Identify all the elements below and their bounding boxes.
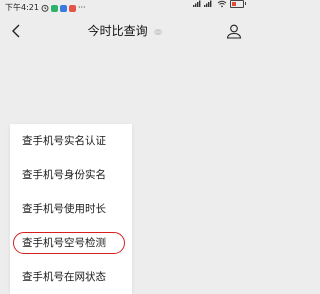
app-icon-red	[68, 4, 76, 12]
status-left: 下午4:21 ···	[5, 0, 86, 16]
nav-bar: 今时比查询	[0, 16, 250, 46]
status-right	[192, 0, 246, 8]
menu-item-label: 查手机号实名认证	[22, 135, 106, 147]
page-title: 今时比查询	[87, 24, 148, 38]
menu-item-real-name-auth[interactable]: 查手机号实名认证	[10, 124, 132, 158]
wifi-icon	[217, 0, 227, 8]
menu-item-empty-number-check[interactable]: 查手机号空号检测	[10, 226, 132, 260]
app-icon-blue	[59, 4, 67, 12]
menu-item-label: 查手机号空号检测	[22, 237, 106, 249]
status-time: 下午4:21	[5, 3, 39, 12]
menu-item-usage-duration[interactable]: 查手机号使用时长	[10, 192, 132, 226]
menu-item-identity-real-name[interactable]: 查手机号身份实名	[10, 158, 132, 192]
query-menu: 查手机号实名认证 查手机号身份实名 查手机号使用时长 查手机号空号检测 查手机号…	[10, 124, 132, 294]
mini-program-icon	[154, 28, 163, 35]
person-icon[interactable]	[226, 23, 242, 39]
wechat-app-icon	[50, 4, 58, 12]
battery-low-icon	[230, 0, 246, 8]
signal-icon	[193, 0, 212, 7]
menu-item-network-status[interactable]: 查手机号在网状态	[10, 260, 132, 294]
more-notifications: ···	[77, 3, 86, 12]
menu-item-label: 查手机号身份实名	[22, 169, 106, 181]
menu-item-label: 查手机号在网状态	[22, 271, 106, 283]
alarm-icon	[41, 4, 49, 12]
status-bar: 下午4:21 ···	[0, 0, 250, 16]
nav-title-wrap: 今时比查询	[0, 23, 250, 39]
menu-item-label: 查手机号使用时长	[22, 203, 106, 215]
